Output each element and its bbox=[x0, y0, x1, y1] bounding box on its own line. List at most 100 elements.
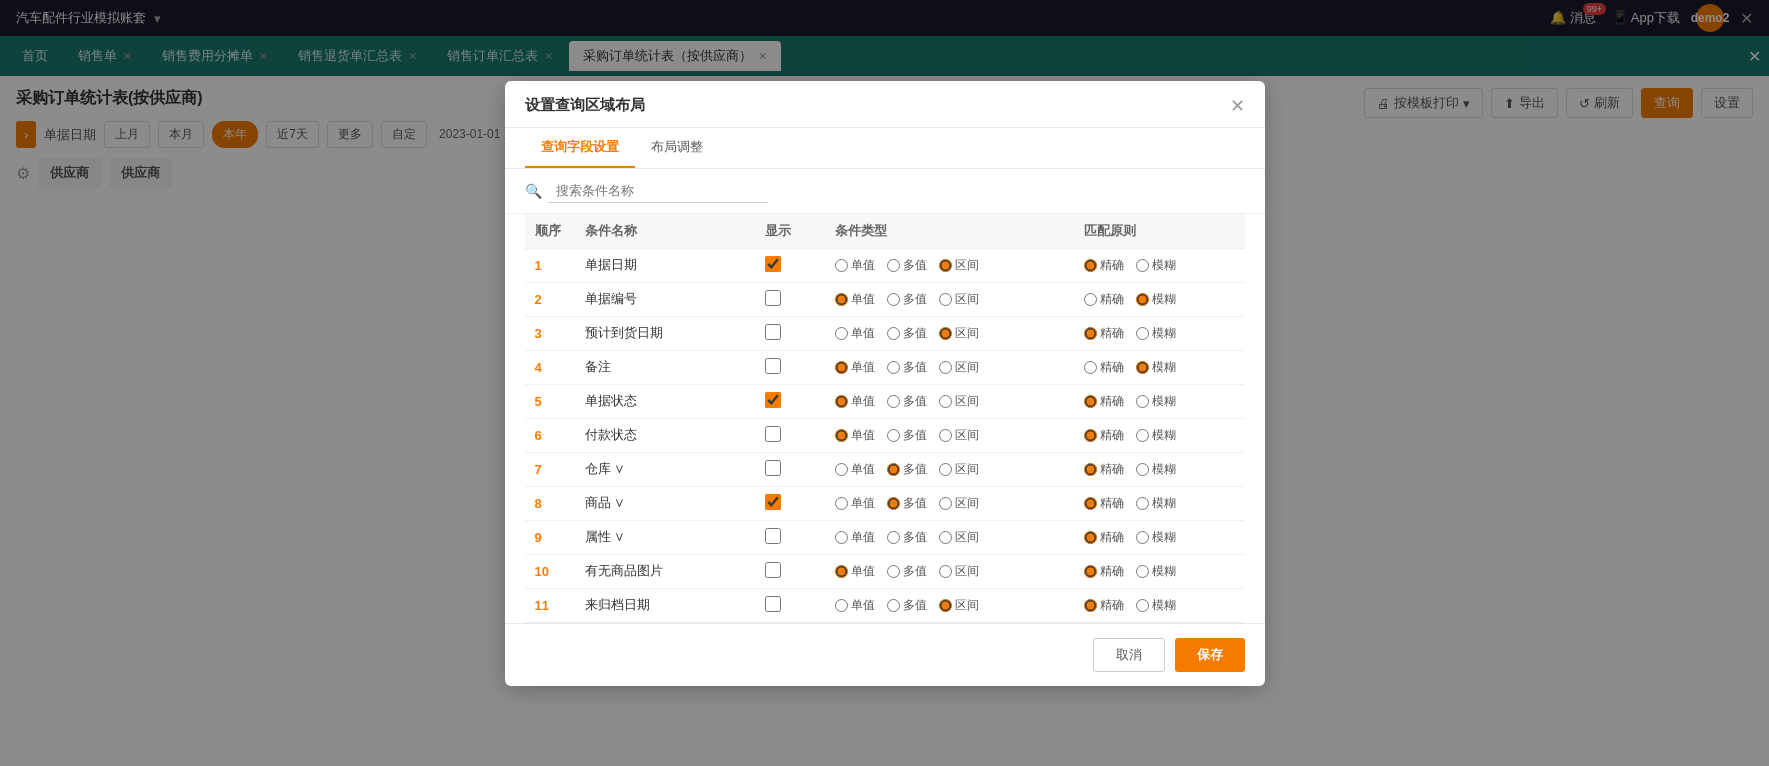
type-radio-item[interactable]: 单值 bbox=[835, 291, 875, 308]
row-match-radios[interactable]: 精确模糊 bbox=[1074, 452, 1244, 486]
display-checkbox[interactable] bbox=[765, 596, 781, 612]
type-radio-item[interactable]: 区间 bbox=[939, 529, 979, 546]
row-display-checkbox[interactable] bbox=[755, 452, 825, 486]
row-match-radios[interactable]: 精确模糊 bbox=[1074, 554, 1244, 588]
row-type-radios[interactable]: 单值多值区间 bbox=[825, 384, 1075, 418]
match-radio-item[interactable]: 模糊 bbox=[1136, 529, 1176, 546]
match-radio-item[interactable]: 精确 bbox=[1084, 393, 1124, 410]
row-type-radios[interactable]: 单值多值区间 bbox=[825, 520, 1075, 554]
type-radio-item[interactable]: 多值 bbox=[887, 597, 927, 614]
row-match-radios[interactable]: 精确模糊 bbox=[1074, 588, 1244, 622]
match-radio-item[interactable]: 模糊 bbox=[1136, 393, 1176, 410]
row-match-radios[interactable]: 精确模糊 bbox=[1074, 316, 1244, 350]
row-type-radios[interactable]: 单值多值区间 bbox=[825, 282, 1075, 316]
type-radio-item[interactable]: 区间 bbox=[939, 563, 979, 580]
display-checkbox[interactable] bbox=[765, 494, 781, 510]
save-button[interactable]: 保存 bbox=[1175, 638, 1245, 672]
type-radio-item[interactable]: 单值 bbox=[835, 393, 875, 410]
type-radio-item[interactable]: 区间 bbox=[939, 427, 979, 444]
type-radio-item[interactable]: 多值 bbox=[887, 359, 927, 376]
type-radio-item[interactable]: 单值 bbox=[835, 427, 875, 444]
display-checkbox[interactable] bbox=[765, 562, 781, 578]
row-display-checkbox[interactable] bbox=[755, 554, 825, 588]
match-radio-item[interactable]: 精确 bbox=[1084, 597, 1124, 614]
display-checkbox[interactable] bbox=[765, 290, 781, 306]
cancel-button[interactable]: 取消 bbox=[1093, 638, 1165, 672]
type-radio-item[interactable]: 单值 bbox=[835, 257, 875, 274]
match-radio-item[interactable]: 精确 bbox=[1084, 291, 1124, 308]
type-radio-item[interactable]: 区间 bbox=[939, 325, 979, 342]
display-checkbox[interactable] bbox=[765, 392, 781, 408]
type-radio-item[interactable]: 多值 bbox=[887, 461, 927, 478]
match-radio-item[interactable]: 模糊 bbox=[1136, 495, 1176, 512]
type-radio-item[interactable]: 区间 bbox=[939, 495, 979, 512]
row-match-radios[interactable]: 精确模糊 bbox=[1074, 486, 1244, 520]
row-display-checkbox[interactable] bbox=[755, 520, 825, 554]
type-radio-item[interactable]: 多值 bbox=[887, 495, 927, 512]
type-radio-item[interactable]: 多值 bbox=[887, 427, 927, 444]
row-match-radios[interactable]: 精确模糊 bbox=[1074, 520, 1244, 554]
match-radio-item[interactable]: 精确 bbox=[1084, 359, 1124, 376]
row-type-radios[interactable]: 单值多值区间 bbox=[825, 588, 1075, 622]
row-display-checkbox[interactable] bbox=[755, 486, 825, 520]
row-display-checkbox[interactable] bbox=[755, 384, 825, 418]
row-type-radios[interactable]: 单值多值区间 bbox=[825, 486, 1075, 520]
match-radio-item[interactable]: 模糊 bbox=[1136, 257, 1176, 274]
row-display-checkbox[interactable] bbox=[755, 282, 825, 316]
type-radio-item[interactable]: 多值 bbox=[887, 291, 927, 308]
display-checkbox[interactable] bbox=[765, 324, 781, 340]
type-radio-item[interactable]: 区间 bbox=[939, 393, 979, 410]
type-radio-item[interactable]: 单值 bbox=[835, 529, 875, 546]
match-radio-item[interactable]: 精确 bbox=[1084, 461, 1124, 478]
display-checkbox[interactable] bbox=[765, 460, 781, 476]
match-radio-item[interactable]: 精确 bbox=[1084, 427, 1124, 444]
type-radio-item[interactable]: 多值 bbox=[887, 325, 927, 342]
type-radio-item[interactable]: 区间 bbox=[939, 461, 979, 478]
match-radio-item[interactable]: 模糊 bbox=[1136, 563, 1176, 580]
display-checkbox[interactable] bbox=[765, 426, 781, 442]
type-radio-item[interactable]: 单值 bbox=[835, 597, 875, 614]
row-type-radios[interactable]: 单值多值区间 bbox=[825, 452, 1075, 486]
match-radio-item[interactable]: 精确 bbox=[1084, 529, 1124, 546]
row-type-radios[interactable]: 单值多值区间 bbox=[825, 554, 1075, 588]
type-radio-item[interactable]: 多值 bbox=[887, 529, 927, 546]
row-match-radios[interactable]: 精确模糊 bbox=[1074, 282, 1244, 316]
row-match-radios[interactable]: 精确模糊 bbox=[1074, 418, 1244, 452]
type-radio-item[interactable]: 区间 bbox=[939, 597, 979, 614]
row-display-checkbox[interactable] bbox=[755, 316, 825, 350]
type-radio-item[interactable]: 单值 bbox=[835, 325, 875, 342]
dialog-tab-layout[interactable]: 布局调整 bbox=[635, 128, 719, 168]
row-match-radios[interactable]: 精确模糊 bbox=[1074, 248, 1244, 282]
type-radio-item[interactable]: 多值 bbox=[887, 393, 927, 410]
type-radio-item[interactable]: 单值 bbox=[835, 359, 875, 376]
match-radio-item[interactable]: 模糊 bbox=[1136, 461, 1176, 478]
dialog-close-btn[interactable]: ✕ bbox=[1230, 95, 1245, 117]
type-radio-item[interactable]: 多值 bbox=[887, 563, 927, 580]
row-display-checkbox[interactable] bbox=[755, 418, 825, 452]
type-radio-item[interactable]: 多值 bbox=[887, 257, 927, 274]
type-radio-item[interactable]: 单值 bbox=[835, 461, 875, 478]
row-display-checkbox[interactable] bbox=[755, 588, 825, 622]
match-radio-item[interactable]: 精确 bbox=[1084, 257, 1124, 274]
match-radio-item[interactable]: 模糊 bbox=[1136, 597, 1176, 614]
type-radio-item[interactable]: 单值 bbox=[835, 495, 875, 512]
match-radio-item[interactable]: 模糊 bbox=[1136, 359, 1176, 376]
type-radio-item[interactable]: 区间 bbox=[939, 359, 979, 376]
search-input[interactable] bbox=[548, 179, 768, 203]
display-checkbox[interactable] bbox=[765, 528, 781, 544]
display-checkbox[interactable] bbox=[765, 256, 781, 272]
type-radio-item[interactable]: 单值 bbox=[835, 563, 875, 580]
match-radio-item[interactable]: 模糊 bbox=[1136, 325, 1176, 342]
match-radio-item[interactable]: 模糊 bbox=[1136, 291, 1176, 308]
row-type-radios[interactable]: 单值多值区间 bbox=[825, 316, 1075, 350]
row-type-radios[interactable]: 单值多值区间 bbox=[825, 350, 1075, 384]
row-match-radios[interactable]: 精确模糊 bbox=[1074, 350, 1244, 384]
row-type-radios[interactable]: 单值多值区间 bbox=[825, 248, 1075, 282]
row-match-radios[interactable]: 精确模糊 bbox=[1074, 384, 1244, 418]
row-type-radios[interactable]: 单值多值区间 bbox=[825, 418, 1075, 452]
row-display-checkbox[interactable] bbox=[755, 350, 825, 384]
match-radio-item[interactable]: 精确 bbox=[1084, 325, 1124, 342]
match-radio-item[interactable]: 模糊 bbox=[1136, 427, 1176, 444]
type-radio-item[interactable]: 区间 bbox=[939, 257, 979, 274]
match-radio-item[interactable]: 精确 bbox=[1084, 495, 1124, 512]
